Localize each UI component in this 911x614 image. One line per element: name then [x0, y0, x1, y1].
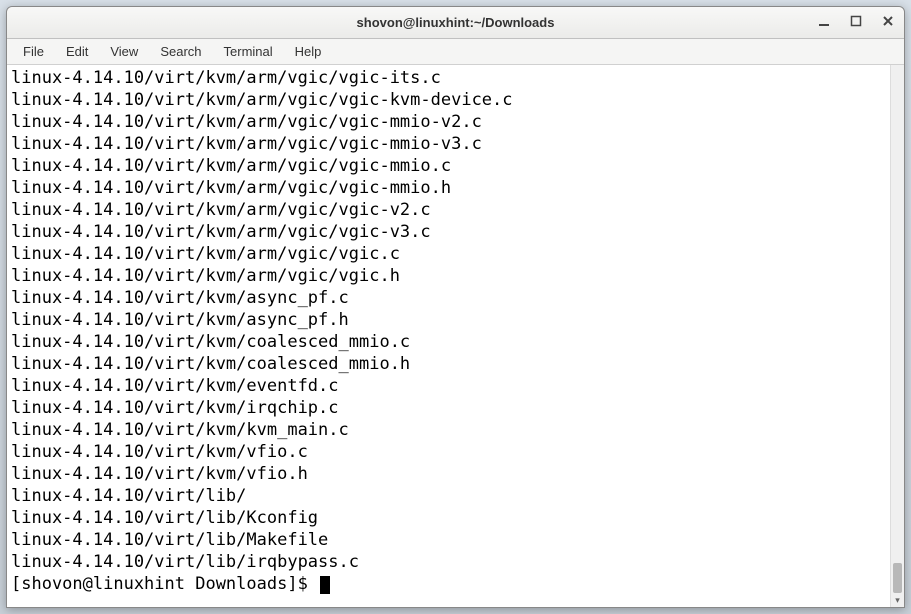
menu-search[interactable]: Search: [150, 41, 211, 62]
terminal-prompt: [shovon@linuxhint Downloads]$: [11, 574, 318, 594]
terminal-output-line: linux-4.14.10/virt/kvm/vfio.h: [11, 463, 886, 485]
terminal-output-line: linux-4.14.10/virt/kvm/arm/vgic/vgic-v2.…: [11, 199, 886, 221]
minimize-button[interactable]: [814, 11, 834, 31]
terminal-cursor: [320, 576, 330, 594]
terminal-output-line: linux-4.14.10/virt/lib/Kconfig: [11, 507, 886, 529]
menu-file[interactable]: File: [13, 41, 54, 62]
terminal-output-line: linux-4.14.10/virt/kvm/arm/vgic/vgic-mmi…: [11, 155, 886, 177]
terminal-output-line: linux-4.14.10/virt/kvm/coalesced_mmio.c: [11, 331, 886, 353]
scrollbar-down-arrow[interactable]: ▾: [893, 594, 902, 606]
menu-view[interactable]: View: [100, 41, 148, 62]
window-controls: [814, 11, 898, 31]
menu-edit[interactable]: Edit: [56, 41, 98, 62]
terminal-output-line: linux-4.14.10/virt/kvm/arm/vgic/vgic-kvm…: [11, 89, 886, 111]
terminal-prompt-line[interactable]: [shovon@linuxhint Downloads]$: [11, 573, 886, 595]
maximize-button[interactable]: [846, 11, 866, 31]
menu-help[interactable]: Help: [285, 41, 332, 62]
terminal-output-line: linux-4.14.10/virt/kvm/async_pf.h: [11, 309, 886, 331]
menu-terminal[interactable]: Terminal: [214, 41, 283, 62]
terminal-output-line: linux-4.14.10/virt/kvm/irqchip.c: [11, 397, 886, 419]
terminal-output-line: linux-4.14.10/virt/kvm/async_pf.c: [11, 287, 886, 309]
terminal-output-line: linux-4.14.10/virt/lib/Makefile: [11, 529, 886, 551]
terminal-output-line: linux-4.14.10/virt/kvm/arm/vgic/vgic-its…: [11, 67, 886, 89]
close-button[interactable]: [878, 11, 898, 31]
terminal-output-line: linux-4.14.10/virt/kvm/arm/vgic/vgic-mmi…: [11, 133, 886, 155]
terminal-output-line: linux-4.14.10/virt/kvm/arm/vgic/vgic.c: [11, 243, 886, 265]
terminal-window: shovon@linuxhint:~/Downloads File Edit V…: [6, 6, 905, 608]
terminal-output-line: linux-4.14.10/virt/kvm/arm/vgic/vgic.h: [11, 265, 886, 287]
terminal-output-line: linux-4.14.10/virt/kvm/kvm_main.c: [11, 419, 886, 441]
terminal-output-line: linux-4.14.10/virt/kvm/arm/vgic/vgic-mmi…: [11, 177, 886, 199]
terminal-output-line: linux-4.14.10/virt/kvm/arm/vgic/vgic-v3.…: [11, 221, 886, 243]
menubar: File Edit View Search Terminal Help: [7, 39, 904, 65]
terminal-content[interactable]: linux-4.14.10/virt/kvm/arm/vgic/vgic-its…: [7, 65, 890, 607]
terminal-output-line: linux-4.14.10/virt/lib/: [11, 485, 886, 507]
window-title: shovon@linuxhint:~/Downloads: [357, 15, 555, 30]
titlebar[interactable]: shovon@linuxhint:~/Downloads: [7, 7, 904, 39]
terminal-output-line: linux-4.14.10/virt/kvm/eventfd.c: [11, 375, 886, 397]
scrollbar-thumb[interactable]: [893, 563, 902, 593]
scrollbar[interactable]: ▾: [890, 65, 904, 607]
terminal-output-line: linux-4.14.10/virt/lib/irqbypass.c: [11, 551, 886, 573]
terminal-area[interactable]: linux-4.14.10/virt/kvm/arm/vgic/vgic-its…: [7, 65, 904, 607]
terminal-output-line: linux-4.14.10/virt/kvm/vfio.c: [11, 441, 886, 463]
terminal-output-line: linux-4.14.10/virt/kvm/coalesced_mmio.h: [11, 353, 886, 375]
terminal-output-line: linux-4.14.10/virt/kvm/arm/vgic/vgic-mmi…: [11, 111, 886, 133]
